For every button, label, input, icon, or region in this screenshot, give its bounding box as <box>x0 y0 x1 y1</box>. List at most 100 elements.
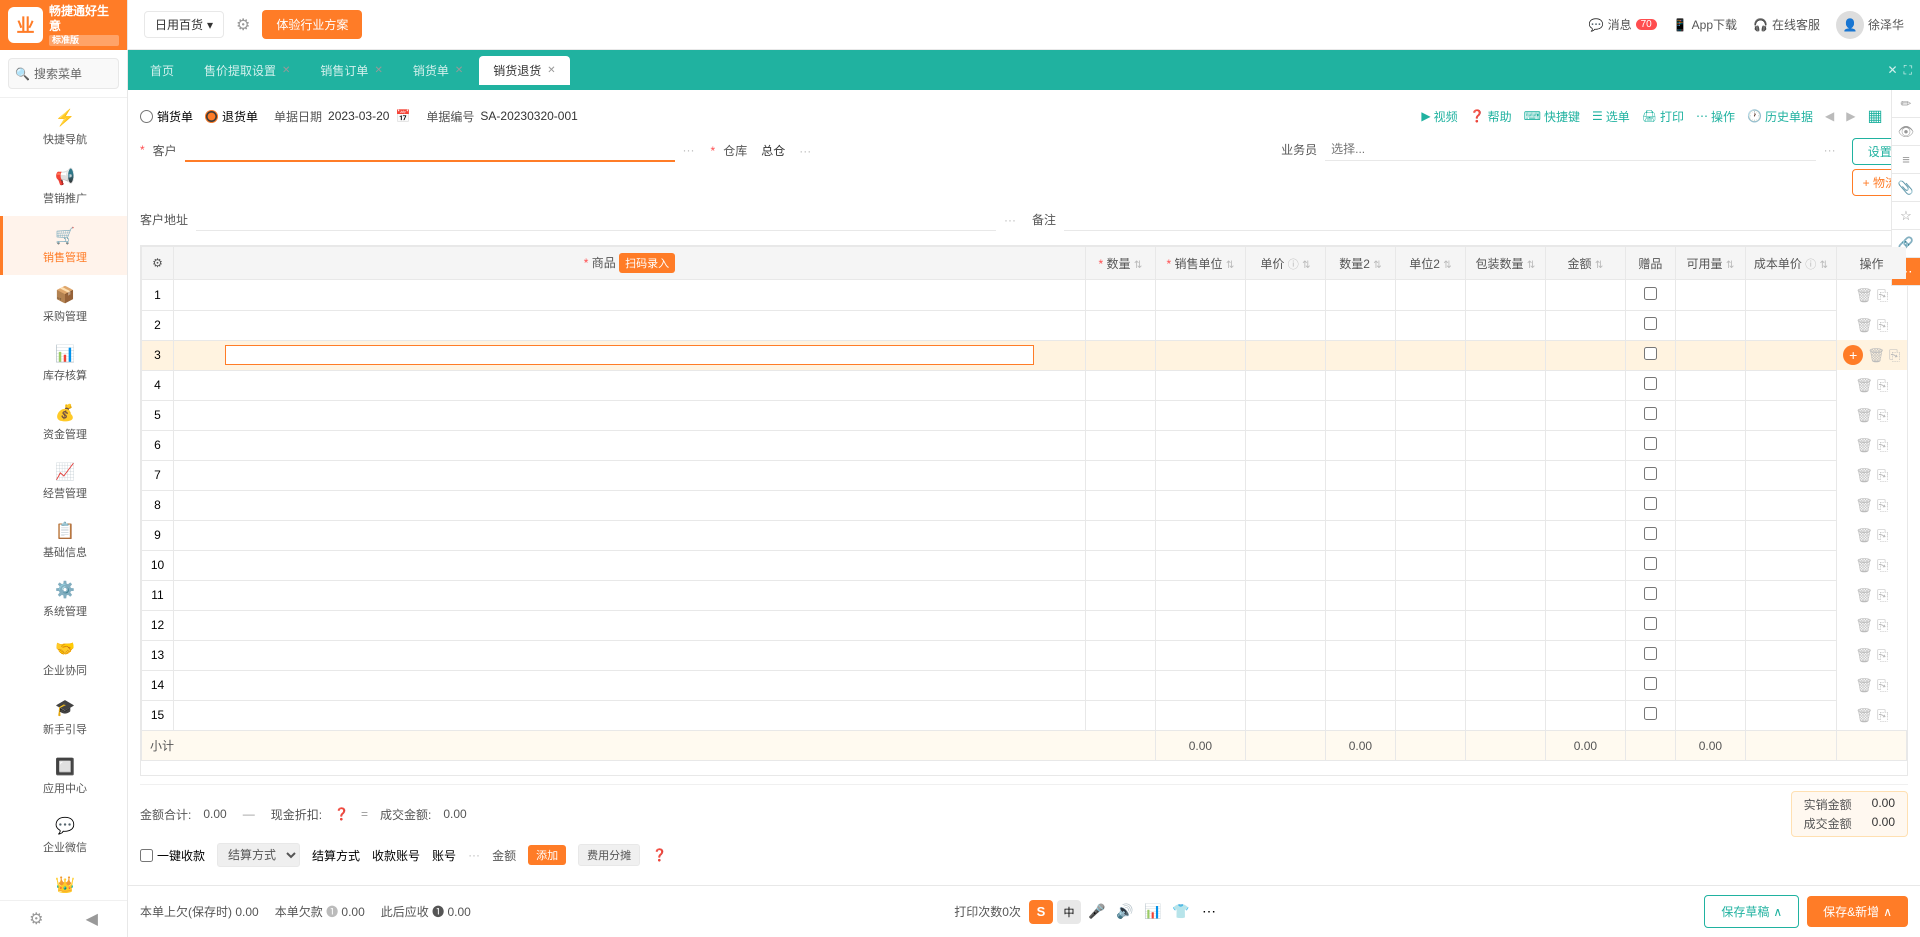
available-cell[interactable] <box>1675 490 1745 520</box>
qty2-cell[interactable] <box>1325 310 1395 340</box>
current-debt-info-icon[interactable]: ❶ <box>326 905 338 919</box>
save-draft-button[interactable]: 保存草稿 ∧ <box>1704 895 1799 928</box>
sidebar-item-operations[interactable]: 📈 经营管理 <box>0 452 127 511</box>
amount-sort-icon[interactable]: ⇅ <box>1595 260 1603 271</box>
tab-sale-order-close-icon[interactable]: ✕ <box>374 65 382 76</box>
gift-cell[interactable] <box>1625 340 1675 370</box>
sidebar-item-enterprise[interactable]: 🤝 企业协同 <box>0 629 127 688</box>
qty-cell[interactable] <box>1085 520 1155 550</box>
available-cell[interactable] <box>1675 340 1745 370</box>
industry-selector[interactable]: 日用百货 ▾ <box>144 11 224 38</box>
cost-price-cell[interactable] <box>1745 550 1836 580</box>
copy-row-button[interactable]: ⎘ <box>1877 317 1888 334</box>
shortcut-action[interactable]: ⌨ 快捷键 <box>1524 108 1580 125</box>
sidebar-item-member[interactable]: 👑 畅会员 <box>0 865 127 900</box>
account-dots[interactable]: ··· <box>468 848 480 862</box>
unit-price-cell[interactable] <box>1245 520 1325 550</box>
amount-cell[interactable] <box>1545 400 1625 430</box>
copy-row-button[interactable]: ⎘ <box>1877 677 1888 694</box>
sidebar-item-sales-mgmt[interactable]: 🛒 销售管理 <box>0 216 127 275</box>
delete-row-button[interactable]: 🗑 <box>1855 287 1873 304</box>
sidebar-item-inventory[interactable]: 📊 库存核算 <box>0 334 127 393</box>
search-menu-button[interactable]: 🔍 搜索菜单 <box>8 58 119 89</box>
tab-sale-price-close-icon[interactable]: ✕ <box>282 65 290 76</box>
amount-cell[interactable] <box>1545 340 1625 370</box>
pack-qty-cell[interactable] <box>1465 640 1545 670</box>
qty2-cell[interactable] <box>1325 490 1395 520</box>
cost-price-cell[interactable] <box>1745 520 1836 550</box>
app-download-button[interactable]: 📱 App下载 <box>1673 16 1737 33</box>
gift-checkbox[interactable] <box>1644 437 1657 450</box>
cost-price-cell[interactable] <box>1745 610 1836 640</box>
sale-unit-cell[interactable] <box>1155 280 1245 311</box>
product-cell[interactable] <box>174 280 1086 311</box>
sale-unit-cell[interactable] <box>1155 490 1245 520</box>
unit2-cell[interactable] <box>1395 610 1465 640</box>
print-action[interactable]: 🖨 打印 <box>1642 108 1684 125</box>
unit2-cell[interactable] <box>1395 700 1465 731</box>
unit2-cell[interactable] <box>1395 280 1465 311</box>
radio-sale-delivery[interactable]: 销货单 <box>140 108 193 125</box>
sale-unit-cell[interactable] <box>1155 580 1245 610</box>
qty2-cell[interactable] <box>1325 520 1395 550</box>
qty2-cell[interactable] <box>1325 700 1395 731</box>
unit2-cell[interactable] <box>1395 640 1465 670</box>
cost-price-info-icon[interactable]: ⓘ <box>1805 259 1816 271</box>
product-cell[interactable] <box>174 460 1086 490</box>
add-row-button[interactable]: + <box>1843 345 1863 365</box>
qty-cell[interactable] <box>1085 310 1155 340</box>
sidebar-item-purchase-mgmt[interactable]: 📦 采购管理 <box>0 275 127 334</box>
delete-row-button[interactable]: 🗑 <box>1855 407 1873 424</box>
qty2-cell[interactable] <box>1325 280 1395 311</box>
product-cell[interactable] <box>174 580 1086 610</box>
unit-price-cell[interactable] <box>1245 430 1325 460</box>
qty-cell[interactable] <box>1085 550 1155 580</box>
close-tab-icon[interactable]: ✕ <box>1888 63 1898 78</box>
cost-price-cell[interactable] <box>1745 280 1836 311</box>
copy-row-button[interactable]: ⎘ <box>1877 467 1888 484</box>
sale-unit-cell[interactable] <box>1155 340 1245 370</box>
qty-sort-icon[interactable]: ⇅ <box>1134 260 1142 271</box>
amount-cell[interactable] <box>1545 610 1625 640</box>
unit2-cell[interactable] <box>1395 520 1465 550</box>
amount-cell[interactable] <box>1545 520 1625 550</box>
qty2-cell[interactable] <box>1325 400 1395 430</box>
quick-right-eye[interactable]: 👁 <box>1892 118 1920 146</box>
sale-unit-cell[interactable] <box>1155 550 1245 580</box>
qty-cell[interactable] <box>1085 280 1155 311</box>
copy-row-button[interactable]: ⎘ <box>1877 377 1888 394</box>
pack-qty-cell[interactable] <box>1465 700 1545 731</box>
gift-cell[interactable] <box>1625 520 1675 550</box>
sale-unit-cell[interactable] <box>1155 520 1245 550</box>
product-cell[interactable] <box>174 700 1086 731</box>
sidebar-item-finance[interactable]: 💰 资金管理 <box>0 393 127 452</box>
tab-sale-return[interactable]: 销货退货 ✕ <box>479 56 569 85</box>
pack-qty-cell[interactable] <box>1465 370 1545 400</box>
th-gear[interactable]: ⚙ <box>142 247 174 280</box>
footer-shirt-icon[interactable]: 👕 <box>1169 900 1193 924</box>
qty2-cell[interactable] <box>1325 610 1395 640</box>
gift-cell[interactable] <box>1625 550 1675 580</box>
footer-zh-icon[interactable]: 中 <box>1057 900 1081 924</box>
pack-qty-cell[interactable] <box>1465 490 1545 520</box>
copy-row-button[interactable]: ⎘ <box>1877 497 1888 514</box>
sale-unit-cell[interactable] <box>1155 460 1245 490</box>
qty2-cell[interactable] <box>1325 550 1395 580</box>
select-order-action[interactable]: ☰ 选单 <box>1592 108 1630 125</box>
unit-price-cell[interactable] <box>1245 460 1325 490</box>
delete-row-button[interactable]: 🗑 <box>1855 437 1873 454</box>
pack-qty-cell[interactable] <box>1465 580 1545 610</box>
qty2-cell[interactable] <box>1325 460 1395 490</box>
pack-qty-cell[interactable] <box>1465 670 1545 700</box>
gift-cell[interactable] <box>1625 490 1675 520</box>
copy-row-button[interactable]: ⎘ <box>1877 287 1888 304</box>
unit2-sort-icon[interactable]: ⇅ <box>1443 260 1451 271</box>
product-cell[interactable] <box>174 340 1086 370</box>
amount-cell[interactable] <box>1545 580 1625 610</box>
available-cell[interactable] <box>1675 400 1745 430</box>
gift-checkbox[interactable] <box>1644 467 1657 480</box>
sale-unit-cell[interactable] <box>1155 310 1245 340</box>
pack-qty-cell[interactable] <box>1465 610 1545 640</box>
sale-unit-cell[interactable] <box>1155 430 1245 460</box>
copy-row-button[interactable]: ⎘ <box>1877 407 1888 424</box>
